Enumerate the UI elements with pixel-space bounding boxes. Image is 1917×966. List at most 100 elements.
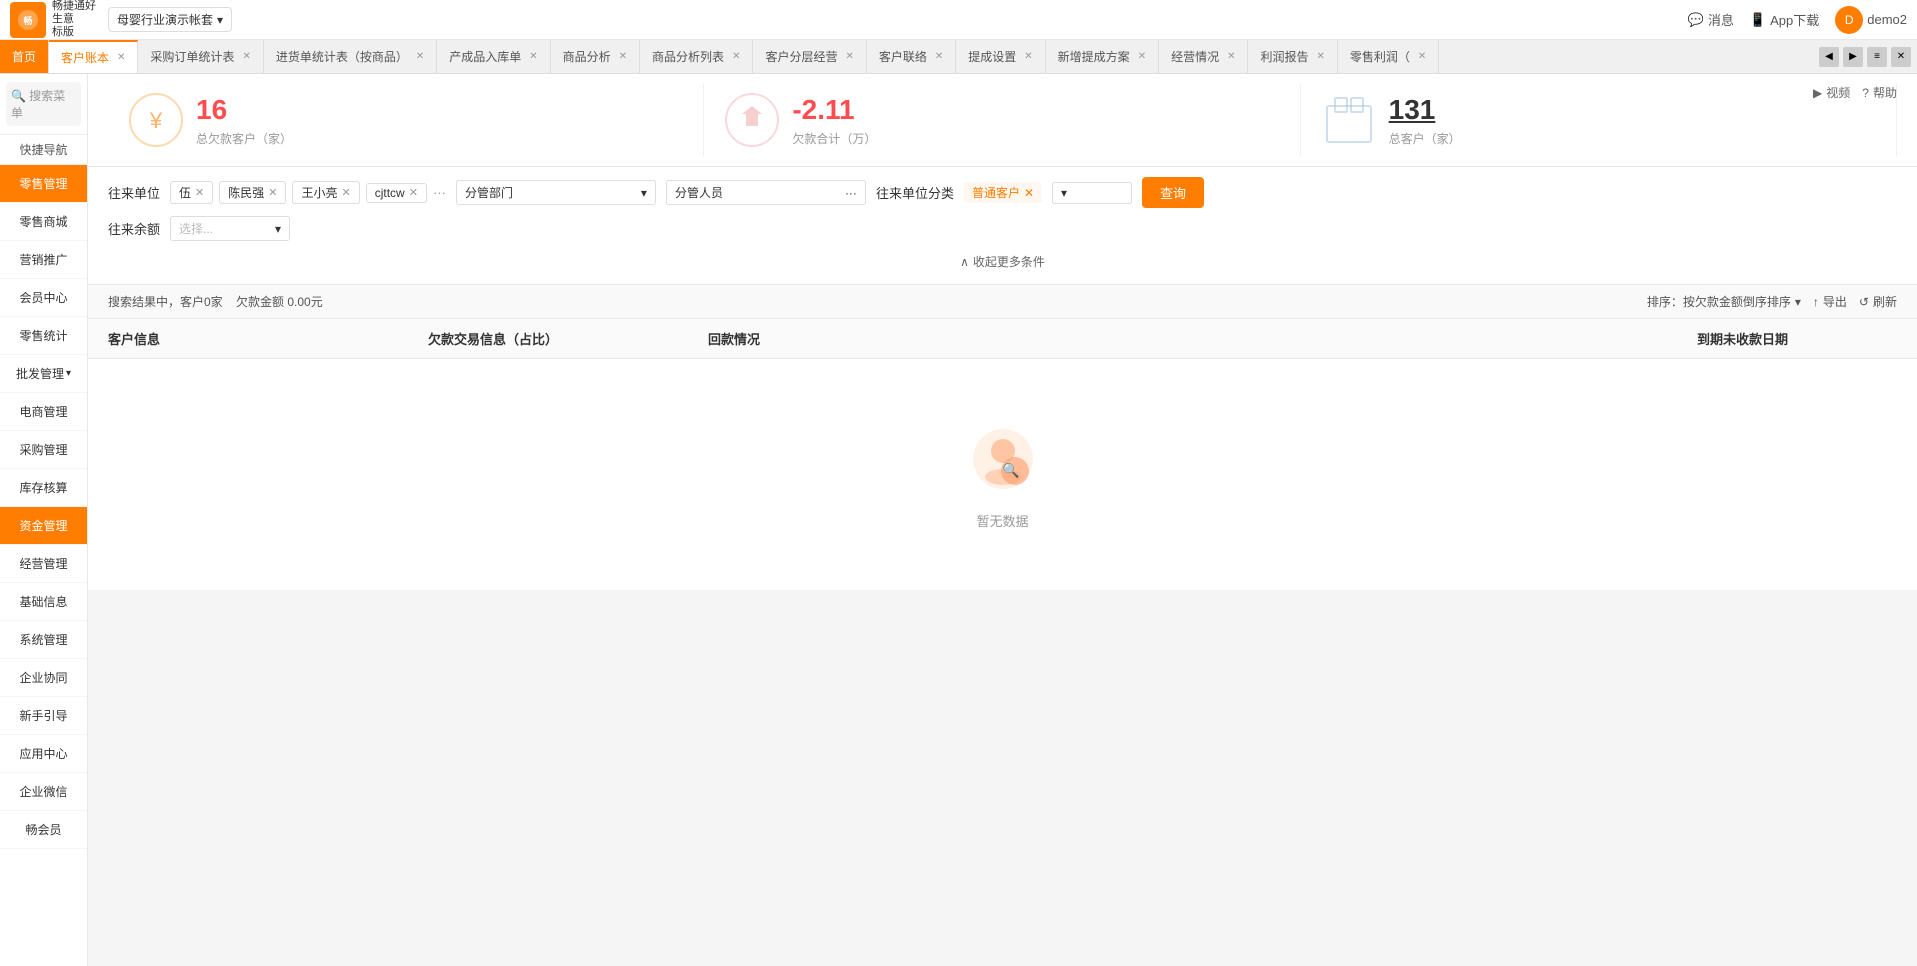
filter-row-1: 往来单位 伍 ✕ 陈民强 ✕ 王小亮 ✕ cjttcw <box>108 177 1897 208</box>
export-icon: ↑ <box>1813 295 1819 309</box>
sort-selector[interactable]: 排序：按欠款金额倒序排序 ▾ <box>1647 293 1801 310</box>
remove-tag-wangxiaoliang[interactable]: ✕ <box>342 186 351 199</box>
filter-unit-category-tags: 普通客户 ✕ <box>964 182 1042 203</box>
filter-person-select[interactable]: 分管人员 ··· <box>666 180 866 205</box>
help-icon: ? <box>1862 86 1869 100</box>
sidebar-item-wholesale-mgmt[interactable]: 批发管理 ▾ <box>0 355 87 393</box>
remove-tag-wu[interactable]: ✕ <box>195 186 204 199</box>
total-customers-label: 总客户（家） <box>1389 130 1461 147</box>
sidebar-item-newbie-guide[interactable]: 新手引导 <box>0 697 87 735</box>
filter-tag-wu: 伍 ✕ <box>170 181 213 204</box>
refresh-button[interactable]: ↺ 刷新 <box>1859 293 1897 310</box>
sidebar-item-ecom-mgmt[interactable]: 电商管理 <box>0 393 87 431</box>
app-download-button[interactable]: 📱 App下载 <box>1750 10 1819 29</box>
tab-product-analysis[interactable]: 商品分析 ✕ <box>551 40 640 74</box>
close-icon[interactable]: ✕ <box>619 51 627 62</box>
tab-purchase-order[interactable]: 采购订单统计表 ✕ <box>138 40 263 74</box>
tab-next-button[interactable]: ▶ <box>1843 47 1863 67</box>
sidebar-item-app-center[interactable]: 应用中心 <box>0 735 87 773</box>
video-icon: ▶ <box>1813 86 1822 100</box>
tab-purchase-stats[interactable]: 进货单统计表（按商品） ✕ <box>264 40 437 74</box>
tab-label: 提成设置 <box>968 48 1016 65</box>
account-selector[interactable]: 母婴行业演示帐套 ▾ <box>108 7 232 32</box>
svg-text:¥: ¥ <box>149 108 163 133</box>
message-icon: 💬 <box>1688 12 1704 28</box>
sidebar-item-enterprise-wechat[interactable]: 企业微信 <box>0 773 87 811</box>
tab-customer-account[interactable]: 客户账本 ✕ <box>49 40 138 74</box>
sidebar-item-purchase-mgmt[interactable]: 采购管理 <box>0 431 87 469</box>
svg-text:畅: 畅 <box>23 15 32 26</box>
filter-tag-chenminqiang: 陈民强 ✕ <box>219 181 286 204</box>
tab-promotion-settings[interactable]: 提成设置 ✕ <box>956 40 1045 74</box>
filter-unit-category-select[interactable]: ▾ <box>1052 182 1132 204</box>
close-icon[interactable]: ✕ <box>845 51 853 62</box>
close-icon[interactable]: ✕ <box>1418 51 1426 62</box>
remove-tag-cjttcw[interactable]: ✕ <box>409 186 418 199</box>
sidebar-item-operation-mgmt[interactable]: 经营管理 <box>0 545 87 583</box>
avatar: D <box>1835 6 1863 34</box>
sidebar-item-system-mgmt[interactable]: 系统管理 <box>0 621 87 659</box>
tab-customer-contact[interactable]: 客户联络 ✕ <box>867 40 956 74</box>
main-layout: 🔍 搜索菜单 快捷导航 零售管理 零售商城 营销推广 会员中心 零售统计 批发管… <box>0 74 1917 966</box>
stat-card-credit-customers: ¥ 16 总欠款客户（家） <box>108 84 704 156</box>
filter-balance-label: 往来余额 <box>108 219 160 238</box>
collapse-button[interactable]: ∧ 收起更多条件 <box>108 249 1897 274</box>
credit-customers-value: 16 <box>196 94 292 126</box>
sidebar-item-inventory[interactable]: 库存核算 <box>0 469 87 507</box>
close-icon[interactable]: ✕ <box>1227 51 1235 62</box>
filter-tag-wangxiaoliang: 王小亮 ✕ <box>292 181 359 204</box>
filter-department-select[interactable]: 分管部门 ▾ <box>456 180 656 205</box>
stat-card-total-customers: 131 总客户（家） <box>1301 84 1897 156</box>
remove-tag-chenminqiang[interactable]: ✕ <box>268 186 277 199</box>
user-avatar-button[interactable]: D demo2 <box>1835 6 1907 34</box>
sort-label: 排序：按欠款金额倒序排序 <box>1647 293 1791 310</box>
help-link[interactable]: ? 帮助 <box>1862 84 1897 101</box>
close-icon[interactable]: ✕ <box>242 51 250 62</box>
sidebar-item-retail-mall[interactable]: 零售商城 <box>0 203 87 241</box>
download-icon: 📱 <box>1750 12 1766 28</box>
close-icon[interactable]: ✕ <box>732 51 740 62</box>
export-button[interactable]: ↑ 导出 <box>1813 293 1847 310</box>
tab-product-storage[interactable]: 产成品入库单 ✕ <box>437 40 550 74</box>
close-icon[interactable]: ✕ <box>529 51 537 62</box>
sidebar-item-free-member[interactable]: 畅会员 <box>0 811 87 849</box>
tab-customer-segment[interactable]: 客户分层经营 ✕ <box>753 40 866 74</box>
message-button[interactable]: 💬 消息 <box>1688 10 1734 29</box>
sidebar-item-enterprise-coop[interactable]: 企业协同 <box>0 659 87 697</box>
tab-profit-report[interactable]: 利润报告 ✕ <box>1248 40 1337 74</box>
video-link[interactable]: ▶ 视频 <box>1813 84 1850 101</box>
sidebar-item-retail-stats[interactable]: 零售统计 <box>0 317 87 355</box>
sidebar-item-capital-mgmt[interactable]: 资金管理 <box>0 507 87 545</box>
stat-icon-credit: ¥ <box>128 92 184 148</box>
chevron-down-icon: ▾ <box>66 368 71 379</box>
tab-new-promotion[interactable]: 新增提成方案 ✕ <box>1046 40 1159 74</box>
tab-operation-status[interactable]: 经营情况 ✕ <box>1159 40 1248 74</box>
sidebar: 🔍 搜索菜单 快捷导航 零售管理 零售商城 营销推广 会员中心 零售统计 批发管… <box>0 74 88 966</box>
close-icon[interactable]: ✕ <box>1317 51 1325 62</box>
tab-menu-button[interactable]: ≡ <box>1867 47 1887 67</box>
tab-retail-profit[interactable]: 零售利润（ ✕ <box>1338 40 1439 74</box>
sidebar-item-marketing[interactable]: 营销推广 <box>0 241 87 279</box>
query-button[interactable]: 查询 <box>1142 177 1204 208</box>
close-icon[interactable]: ✕ <box>416 51 424 62</box>
close-icon[interactable]: ✕ <box>1024 51 1032 62</box>
sidebar-item-member-center[interactable]: 会员中心 <box>0 279 87 317</box>
tab-prev-button[interactable]: ◀ <box>1819 47 1839 67</box>
tab-home[interactable]: 首页 <box>0 40 49 74</box>
tab-close-all-button[interactable]: ✕ <box>1891 47 1911 67</box>
close-icon[interactable]: ✕ <box>935 51 943 62</box>
col-header-date: 到期未收款日期 <box>1697 329 1897 348</box>
credit-total-label: 欠款合计（万） <box>792 130 876 147</box>
sidebar-item-retail-mgmt[interactable]: 零售管理 <box>0 165 87 203</box>
filter-more-tags[interactable]: ··· <box>433 185 446 200</box>
refresh-icon: ↺ <box>1859 295 1869 309</box>
sidebar-quick-nav[interactable]: 快捷导航 <box>0 135 87 165</box>
sidebar-search-button[interactable]: 🔍 搜索菜单 <box>6 82 81 126</box>
tab-label: 商品分析列表 <box>652 48 724 65</box>
close-icon[interactable]: ✕ <box>1138 51 1146 62</box>
remove-tag-normal-customer[interactable]: ✕ <box>1024 186 1034 200</box>
sidebar-item-basic-info[interactable]: 基础信息 <box>0 583 87 621</box>
tab-product-analysis-list[interactable]: 商品分析列表 ✕ <box>640 40 753 74</box>
filter-balance-select[interactable]: 选择... ▾ <box>170 216 290 241</box>
close-icon[interactable]: ✕ <box>117 52 125 63</box>
